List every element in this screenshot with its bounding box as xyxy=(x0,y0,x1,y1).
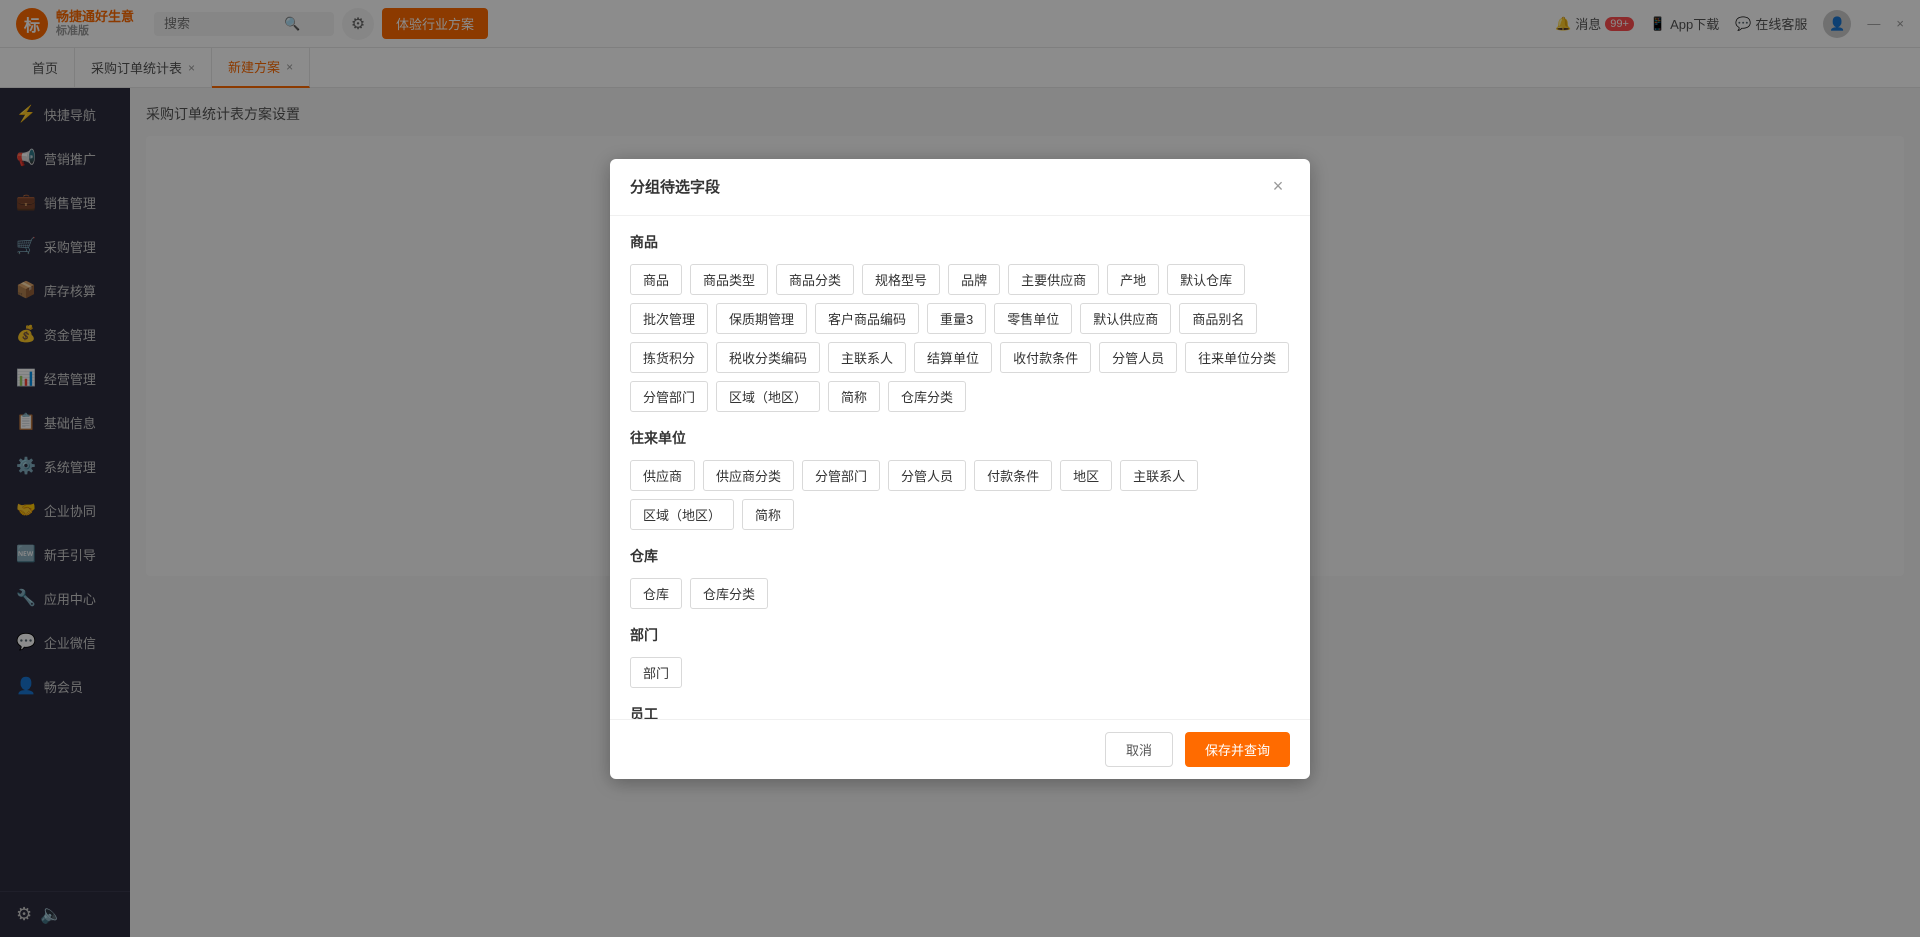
product-field-grid: 商品 商品类型 商品分类 规格型号 品牌 主要供应商 产地 默认仓库 批次管理 … xyxy=(630,264,1290,412)
field-tag-brand[interactable]: 品牌 xyxy=(948,264,1000,295)
field-tag-shelf-life[interactable]: 保质期管理 xyxy=(716,303,807,334)
modal-header: 分组待选字段 × xyxy=(610,159,1310,216)
field-tag-warehouse-category[interactable]: 仓库分类 xyxy=(888,381,966,412)
field-tag-spec-model[interactable]: 规格型号 xyxy=(862,264,940,295)
section-title-dept: 部门 xyxy=(630,625,1290,645)
section-title-employee: 员工 xyxy=(630,704,1290,719)
field-tag-default-warehouse[interactable]: 默认仓库 xyxy=(1167,264,1245,295)
field-tag-region[interactable]: 区域（地区） xyxy=(716,381,820,412)
field-tag-payment-terms[interactable]: 收付款条件 xyxy=(1000,342,1091,373)
field-tag-alias[interactable]: 商品别名 xyxy=(1179,303,1257,334)
section-title-counterpart: 往来单位 xyxy=(630,428,1290,448)
field-tag-settlement-unit[interactable]: 结算单位 xyxy=(914,342,992,373)
modal-title: 分组待选字段 xyxy=(630,176,720,197)
field-tag-region2[interactable]: 区域（地区） xyxy=(630,499,734,530)
field-tag-batch[interactable]: 批次管理 xyxy=(630,303,708,334)
field-tag-manager[interactable]: 分管人员 xyxy=(1099,342,1177,373)
field-tag-dept2[interactable]: 分管部门 xyxy=(802,460,880,491)
field-tag-retail-unit[interactable]: 零售单位 xyxy=(994,303,1072,334)
field-tag-product[interactable]: 商品 xyxy=(630,264,682,295)
modal-overlay: 分组待选字段 × 商品 商品 商品类型 商品分类 规格型号 品牌 主要供应商 产… xyxy=(0,0,1920,937)
modal-close-btn[interactable]: × xyxy=(1266,175,1290,199)
field-tag-default-supplier[interactable]: 默认供应商 xyxy=(1080,303,1171,334)
section-title-product: 商品 xyxy=(630,232,1290,252)
field-tag-main-contact2[interactable]: 主联系人 xyxy=(1120,460,1198,491)
field-tag-product-category[interactable]: 商品分类 xyxy=(776,264,854,295)
field-tag-counterpart-category[interactable]: 往来单位分类 xyxy=(1185,342,1289,373)
field-tag-warehouse-cat[interactable]: 仓库分类 xyxy=(690,578,768,609)
field-tag-weight[interactable]: 重量3 xyxy=(927,303,986,334)
section-title-warehouse: 仓库 xyxy=(630,546,1290,566)
field-tag-tax-code[interactable]: 税收分类编码 xyxy=(716,342,820,373)
field-tag-main-contact[interactable]: 主联系人 xyxy=(828,342,906,373)
field-select-modal: 分组待选字段 × 商品 商品 商品类型 商品分类 规格型号 品牌 主要供应商 产… xyxy=(610,159,1310,779)
field-tag-warehouse[interactable]: 仓库 xyxy=(630,578,682,609)
field-tag-customer-code[interactable]: 客户商品编码 xyxy=(815,303,919,334)
field-tag-manager2[interactable]: 分管人员 xyxy=(888,460,966,491)
field-tag-department[interactable]: 部门 xyxy=(630,657,682,688)
field-tag-pay-terms[interactable]: 付款条件 xyxy=(974,460,1052,491)
warehouse-field-grid: 仓库 仓库分类 xyxy=(630,578,1290,609)
field-tag-main-supplier[interactable]: 主要供应商 xyxy=(1008,264,1099,295)
confirm-button[interactable]: 保存并查询 xyxy=(1185,732,1290,767)
field-tag-pick-score[interactable]: 拣货积分 xyxy=(630,342,708,373)
dept-field-grid: 部门 xyxy=(630,657,1290,688)
field-tag-short-name2[interactable]: 简称 xyxy=(742,499,794,530)
modal-body[interactable]: 商品 商品 商品类型 商品分类 规格型号 品牌 主要供应商 产地 默认仓库 批次… xyxy=(610,216,1310,719)
modal-footer: 取消 保存并查询 xyxy=(610,719,1310,779)
field-tag-area[interactable]: 地区 xyxy=(1060,460,1112,491)
field-tag-product-type[interactable]: 商品类型 xyxy=(690,264,768,295)
field-tag-supplier[interactable]: 供应商 xyxy=(630,460,695,491)
field-tag-supplier-category[interactable]: 供应商分类 xyxy=(703,460,794,491)
field-tag-dept[interactable]: 分管部门 xyxy=(630,381,708,412)
counterpart-field-grid: 供应商 供应商分类 分管部门 分管人员 付款条件 地区 主联系人 区域（地区） … xyxy=(630,460,1290,530)
cancel-button[interactable]: 取消 xyxy=(1105,732,1173,767)
field-tag-origin[interactable]: 产地 xyxy=(1107,264,1159,295)
field-tag-short-name[interactable]: 简称 xyxy=(828,381,880,412)
